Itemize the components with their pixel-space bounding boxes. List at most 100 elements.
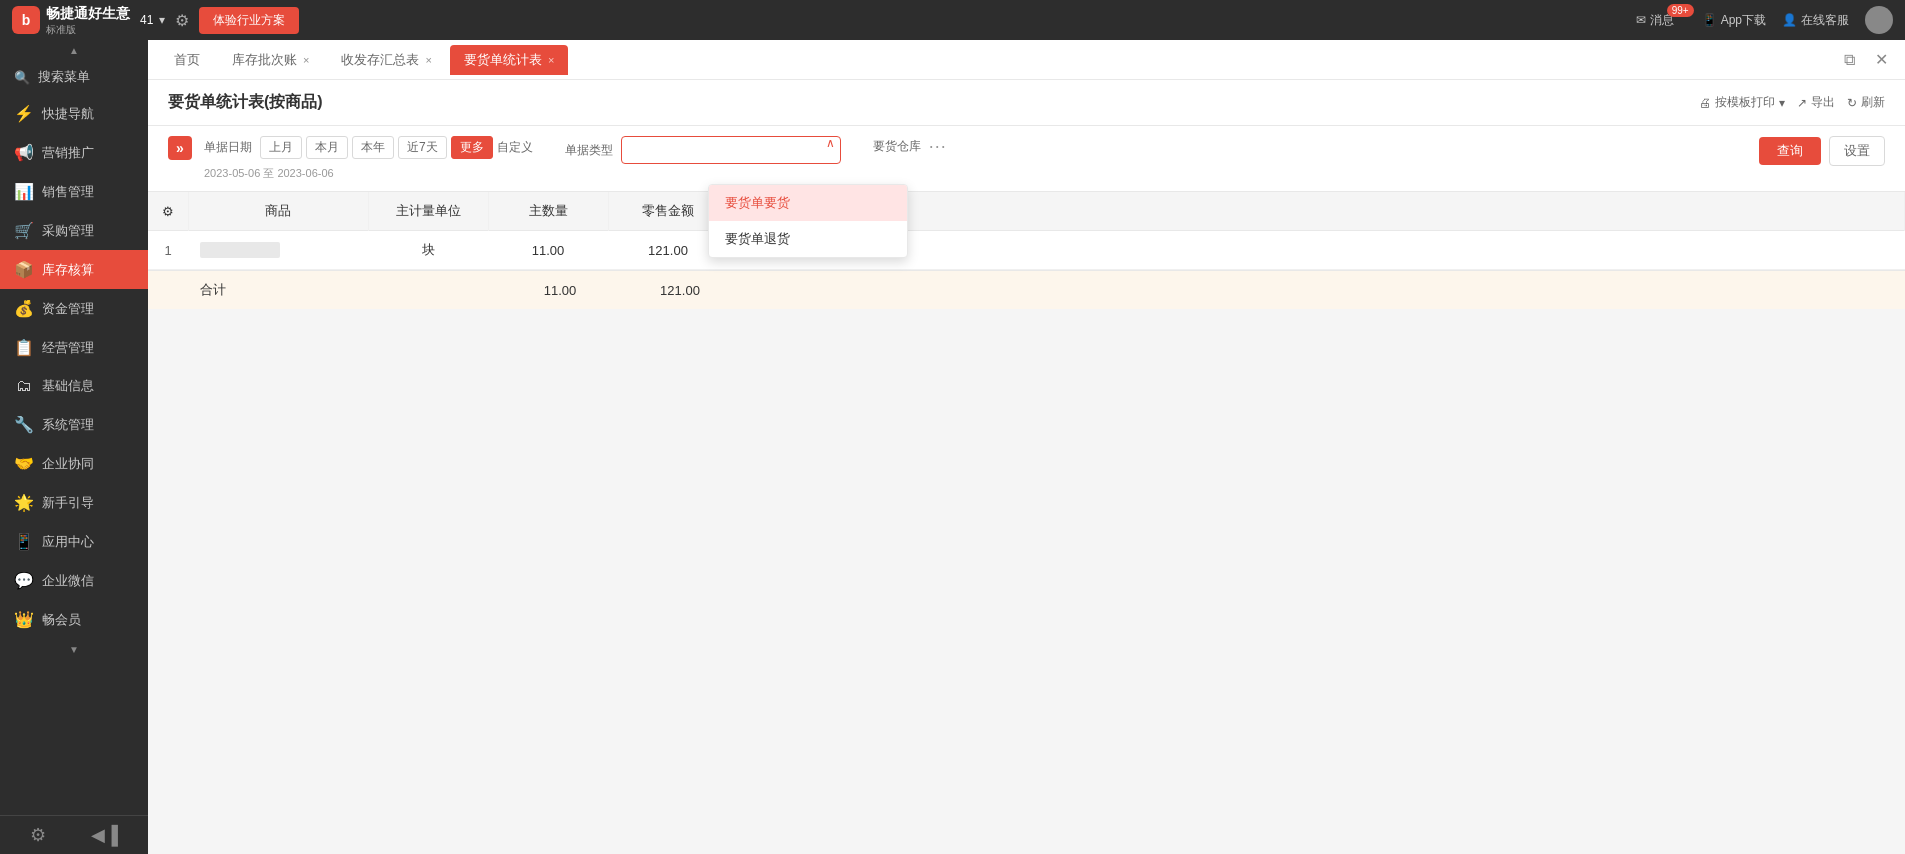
date-filter-row: 单据日期 上月 本月 本年 近7天 更多 自定义 (204, 136, 533, 159)
sidebar-item-member[interactable]: 👑 畅会员 (0, 600, 148, 639)
footer-quantity: 11.00 (500, 283, 620, 298)
unit-cell: 块 (368, 231, 488, 270)
sidebar-item-guide[interactable]: 🌟 新手引导 (0, 483, 148, 522)
dropdown-item-return[interactable]: 要货单退货 (709, 221, 907, 257)
query-button[interactable]: 查询 (1759, 137, 1821, 165)
dropdown-item-order[interactable]: 要货单要货 (709, 185, 907, 221)
tab-restore-icon[interactable]: ⧉ (1837, 48, 1861, 72)
type-filter-group: 单据类型 ∧ (565, 136, 841, 164)
tab-receive-summary[interactable]: 收发存汇总表 × (327, 45, 445, 75)
sidebar-collapse-icon[interactable]: ◀▐ (91, 824, 118, 846)
unit-col-header: 主计量单位 (368, 192, 488, 231)
inventory-batch-label: 库存批次账 (232, 51, 297, 69)
tab-order-stats[interactable]: 要货单统计表 × (450, 45, 568, 75)
sidebar-item-quick-nav[interactable]: ⚡ 快捷导航 (0, 94, 148, 133)
message-button[interactable]: ✉ 消息 99+ (1636, 12, 1686, 29)
product-placeholder (200, 242, 280, 258)
version-label: 标准版 (46, 23, 130, 36)
sidebar-item-label: 快捷导航 (42, 105, 134, 123)
warehouse-filter-group: 要货仓库 ··· (873, 136, 947, 157)
type-select-input[interactable] (621, 136, 841, 164)
tab-close-icon[interactable]: × (303, 54, 309, 66)
sidebar-item-label: 应用中心 (42, 533, 134, 551)
header-right: ✉ 消息 99+ 📱 App下载 👤 在线客服 (1636, 6, 1893, 34)
sidebar-item-finance[interactable]: 💰 资金管理 (0, 289, 148, 328)
warehouse-dots-icon[interactable]: ··· (929, 136, 947, 157)
sidebar-item-label: 销售管理 (42, 183, 134, 201)
quick-nav-icon: ⚡ (14, 104, 34, 123)
store-selector[interactable]: 41 ▾ (140, 13, 165, 27)
date-custom-btn[interactable]: 自定义 (497, 139, 533, 156)
basic-icon: 🗂 (14, 377, 34, 395)
sidebar-item-basic[interactable]: 🗂 基础信息 (0, 367, 148, 405)
company-name: 畅捷通好生意 (46, 4, 130, 22)
date-btn-this-month[interactable]: 本月 (306, 136, 348, 159)
app-download-button[interactable]: 📱 App下载 (1702, 12, 1766, 29)
sidebar-item-label: 库存核算 (42, 261, 134, 279)
sidebar-item-inventory[interactable]: 📦 库存核算 (0, 250, 148, 289)
sidebar-item-operations[interactable]: 📋 经营管理 (0, 328, 148, 367)
export-icon: ↗ (1797, 96, 1807, 110)
header-left: b 畅捷通好生意 标准版 41 ▾ ⚙ 体验行业方案 (12, 4, 299, 35)
footer-amount: 121.00 (620, 283, 740, 298)
phone-icon: 📱 (1702, 13, 1717, 27)
sidebar-item-label: 资金管理 (42, 300, 134, 318)
print-template-label: 按模板打印 (1715, 94, 1775, 111)
tab-close-icon[interactable]: × (548, 54, 554, 66)
export-button[interactable]: ↗ 导出 (1797, 94, 1835, 111)
guide-icon: 🌟 (14, 493, 34, 512)
sidebar-item-system[interactable]: 🔧 系统管理 (0, 405, 148, 444)
sidebar-scroll-up[interactable]: ▲ (0, 40, 148, 60)
refresh-button[interactable]: ↻ 刷新 (1847, 94, 1885, 111)
header-gear-icon[interactable]: ⚙ (175, 11, 189, 30)
sidebar-scroll-down[interactable]: ▼ (0, 639, 148, 659)
chevron-down-icon: ▾ (159, 13, 165, 27)
date-btn-7days[interactable]: 近7天 (398, 136, 447, 159)
tab-inventory-batch[interactable]: 库存批次账 × (218, 45, 323, 75)
date-range-text: 2023-05-06 至 2023-06-06 (204, 167, 334, 179)
online-service-button[interactable]: 👤 在线客服 (1782, 12, 1849, 29)
type-label: 单据类型 (565, 142, 613, 159)
tab-close-all-icon[interactable]: ✕ (1869, 48, 1893, 72)
service-icon: 👤 (1782, 13, 1797, 27)
tab-actions: ⧉ ✕ (1837, 48, 1893, 72)
main-layout: ▲ 🔍 搜索菜单 ⚡ 快捷导航 📢 营销推广 📊 销售管理 🛒 采购管理 📦 库… (0, 40, 1905, 854)
sidebar-item-purchase[interactable]: 🛒 采购管理 (0, 211, 148, 250)
print-template-button[interactable]: 🖨 按模板打印 ▾ (1699, 94, 1785, 111)
sidebar-item-wechat[interactable]: 💬 企业微信 (0, 561, 148, 600)
user-avatar[interactable] (1865, 6, 1893, 34)
settings-col-header[interactable]: ⚙ (148, 192, 188, 231)
date-btn-this-year[interactable]: 本年 (352, 136, 394, 159)
industry-button[interactable]: 体验行业方案 (199, 7, 299, 34)
filter-settings-button[interactable]: 设置 (1829, 136, 1885, 166)
date-btn-more[interactable]: 更多 (451, 136, 493, 159)
filter-action-group: 查询 设置 (1759, 136, 1885, 166)
operations-icon: 📋 (14, 338, 34, 357)
sidebar-item-sales[interactable]: 📊 销售管理 (0, 172, 148, 211)
logo-area: b 畅捷通好生意 标准版 (12, 4, 130, 35)
tab-close-icon[interactable]: × (425, 54, 431, 66)
tab-home[interactable]: 首页 (160, 45, 214, 75)
sidebar-settings-icon[interactable]: ⚙ (30, 824, 46, 846)
filter-expand-button[interactable]: » (168, 136, 192, 160)
store-number: 41 (140, 13, 153, 27)
sidebar-search[interactable]: 🔍 搜索菜单 (0, 60, 148, 94)
refresh-label: 刷新 (1861, 94, 1885, 111)
sales-icon: 📊 (14, 182, 34, 201)
date-btn-last-month[interactable]: 上月 (260, 136, 302, 159)
inventory-icon: 📦 (14, 260, 34, 279)
sidebar-item-appstore[interactable]: 📱 应用中心 (0, 522, 148, 561)
sidebar-item-enterprise[interactable]: 🤝 企业协同 (0, 444, 148, 483)
online-service-label: 在线客服 (1801, 12, 1849, 29)
page-header: 要货单统计表(按商品) 🖨 按模板打印 ▾ ↗ 导出 ↻ 刷新 (148, 80, 1905, 126)
date-label: 单据日期 (204, 139, 252, 156)
table-footer: 合计 11.00 121.00 (148, 270, 1905, 309)
footer-label: 合计 (200, 281, 380, 299)
tab-bar: 首页 库存批次账 × 收发存汇总表 × 要货单统计表 × ⧉ ✕ (148, 40, 1905, 80)
sidebar-item-marketing[interactable]: 📢 营销推广 (0, 133, 148, 172)
purchase-icon: 🛒 (14, 221, 34, 240)
marketing-icon: 📢 (14, 143, 34, 162)
logo-icon: b (12, 6, 40, 34)
sidebar-item-label: 企业协同 (42, 455, 134, 473)
sidebar-item-label: 系统管理 (42, 416, 134, 434)
